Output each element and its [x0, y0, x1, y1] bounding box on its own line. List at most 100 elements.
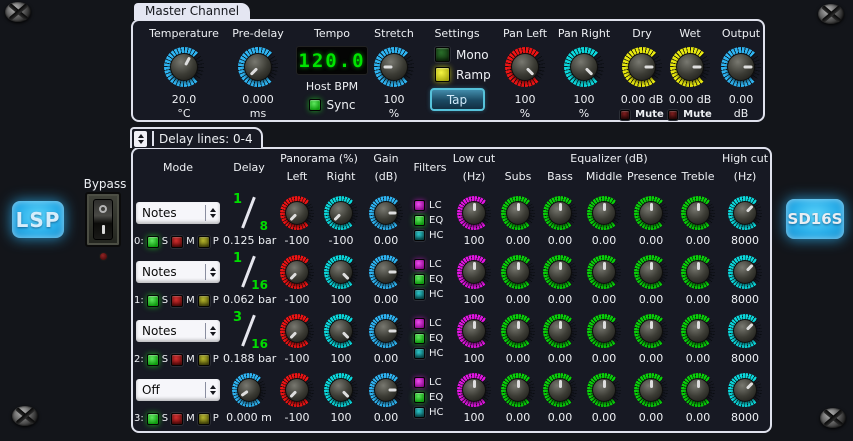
- lowcut-enable-led-3[interactable]: [414, 377, 425, 388]
- stretch-knob[interactable]: [374, 47, 414, 87]
- subs-knob-3[interactable]: [501, 373, 535, 407]
- bypass-switch[interactable]: [85, 192, 121, 247]
- mute-led-3[interactable]: [171, 413, 183, 425]
- pan-right-knob-3[interactable]: [324, 373, 358, 407]
- treble-knob-3[interactable]: [681, 373, 715, 407]
- mode-spinner-2[interactable]: [205, 323, 220, 339]
- mode-spinner-3[interactable]: [205, 382, 220, 398]
- pan-right-knob[interactable]: [564, 47, 604, 87]
- mute-led-1[interactable]: [171, 295, 183, 307]
- middle-knob-2[interactable]: [587, 314, 621, 348]
- mode-select-2[interactable]: Notes: [136, 320, 220, 342]
- highcut-enable-led-3[interactable]: [414, 407, 425, 418]
- lowcut-knob-3[interactable]: [457, 373, 491, 407]
- wet-mute-led[interactable]: [668, 110, 678, 120]
- presence-knob-2[interactable]: [634, 314, 668, 348]
- highcut-knob-3[interactable]: [728, 373, 762, 407]
- solo-led-2[interactable]: [147, 354, 159, 366]
- temperature-knob[interactable]: [164, 47, 204, 87]
- gain-knob-2[interactable]: [369, 314, 403, 348]
- subs-knob-1[interactable]: [501, 255, 535, 289]
- lowcut-enable-led-1[interactable]: [414, 259, 425, 270]
- gain-knob-1[interactable]: [369, 255, 403, 289]
- predelay-knob[interactable]: [238, 47, 278, 87]
- eq-enable-led-1[interactable]: [414, 274, 425, 285]
- phase-led-1[interactable]: [198, 295, 210, 307]
- mode-select-1[interactable]: Notes: [136, 261, 220, 283]
- presence-knob-1[interactable]: [634, 255, 668, 289]
- mute-led-2[interactable]: [171, 354, 183, 366]
- mode-select-0[interactable]: Notes: [136, 202, 220, 224]
- lowcut-enable-led-0[interactable]: [414, 200, 425, 211]
- mute-led-0[interactable]: [171, 236, 183, 248]
- phase-led-0[interactable]: [198, 236, 210, 248]
- bass-value-2: 0.00: [539, 352, 581, 367]
- mode-spinner-1[interactable]: [205, 264, 220, 280]
- middle-knob-1[interactable]: [587, 255, 621, 289]
- pan-right-knob-1[interactable]: [324, 255, 358, 289]
- lsp-logo[interactable]: LSP: [12, 201, 64, 238]
- solo-led-0[interactable]: [147, 236, 159, 248]
- delay-fraction-2[interactable]: 316: [231, 311, 267, 351]
- eq-enable-led-2[interactable]: [414, 333, 425, 344]
- lowcut-knob-1[interactable]: [457, 255, 491, 289]
- pan-right-knob-2[interactable]: [324, 314, 358, 348]
- subs-knob-2[interactable]: [501, 314, 535, 348]
- pan-left-knob-1[interactable]: [280, 255, 314, 289]
- lc-label-1: LC: [429, 259, 442, 270]
- highcut-knob-2[interactable]: [728, 314, 762, 348]
- treble-knob-0[interactable]: [681, 196, 715, 230]
- solo-led-3[interactable]: [147, 413, 159, 425]
- delay-fraction-1[interactable]: 116: [231, 252, 267, 292]
- phase-led-2[interactable]: [198, 354, 210, 366]
- phase-led-3[interactable]: [198, 413, 210, 425]
- gain-knob-0[interactable]: [369, 196, 403, 230]
- eq-enable-led-0[interactable]: [414, 215, 425, 226]
- treble-knob-1[interactable]: [681, 255, 715, 289]
- pan-left-knob-3[interactable]: [280, 373, 314, 407]
- dry-mute-led[interactable]: [620, 110, 630, 120]
- pan-left-value-0: -100: [275, 234, 319, 249]
- mono-led[interactable]: [435, 47, 450, 62]
- dry-knob[interactable]: [622, 47, 662, 87]
- delay-knob-3[interactable]: [232, 373, 266, 407]
- pan-left-knob[interactable]: [505, 47, 545, 87]
- middle-knob-3[interactable]: [587, 373, 621, 407]
- highcut-knob-1[interactable]: [728, 255, 762, 289]
- treble-knob-2[interactable]: [681, 314, 715, 348]
- wet-knob[interactable]: [670, 47, 710, 87]
- bypass-rocker[interactable]: [93, 199, 113, 240]
- lowcut-knob-2[interactable]: [457, 314, 491, 348]
- middle-knob-0[interactable]: [587, 196, 621, 230]
- highcut-enable-led-1[interactable]: [414, 289, 425, 300]
- settings-column: Settings Mono Ramp Tap: [415, 27, 499, 111]
- presence-knob-0[interactable]: [634, 196, 668, 230]
- sync-led[interactable]: [309, 99, 321, 111]
- mode-select-3[interactable]: Off: [136, 379, 220, 401]
- solo-led-1[interactable]: [147, 295, 159, 307]
- lowcut-enable-led-2[interactable]: [414, 318, 425, 329]
- delay-lines-spinner[interactable]: [134, 131, 147, 147]
- mono-label: Mono: [456, 48, 489, 62]
- pan-left-knob-2[interactable]: [280, 314, 314, 348]
- highcut-enable-led-2[interactable]: [414, 348, 425, 359]
- ramp-led[interactable]: [435, 67, 450, 82]
- bass-knob-1[interactable]: [543, 255, 577, 289]
- subs-knob-0[interactable]: [501, 196, 535, 230]
- tap-button[interactable]: Tap: [430, 88, 485, 111]
- delay-fraction-0[interactable]: 18: [231, 193, 267, 233]
- bass-knob-0[interactable]: [543, 196, 577, 230]
- bass-knob-2[interactable]: [543, 314, 577, 348]
- pan-right-unit: %: [579, 107, 589, 120]
- lowcut-knob-0[interactable]: [457, 196, 491, 230]
- bass-knob-3[interactable]: [543, 373, 577, 407]
- gain-knob-3[interactable]: [369, 373, 403, 407]
- pan-right-knob-0[interactable]: [324, 196, 358, 230]
- mode-spinner-0[interactable]: [205, 205, 220, 221]
- presence-knob-3[interactable]: [634, 373, 668, 407]
- output-knob[interactable]: [721, 47, 761, 87]
- pan-left-knob-0[interactable]: [280, 196, 314, 230]
- highcut-knob-0[interactable]: [728, 196, 762, 230]
- highcut-enable-led-0[interactable]: [414, 230, 425, 241]
- eq-enable-led-3[interactable]: [414, 392, 425, 403]
